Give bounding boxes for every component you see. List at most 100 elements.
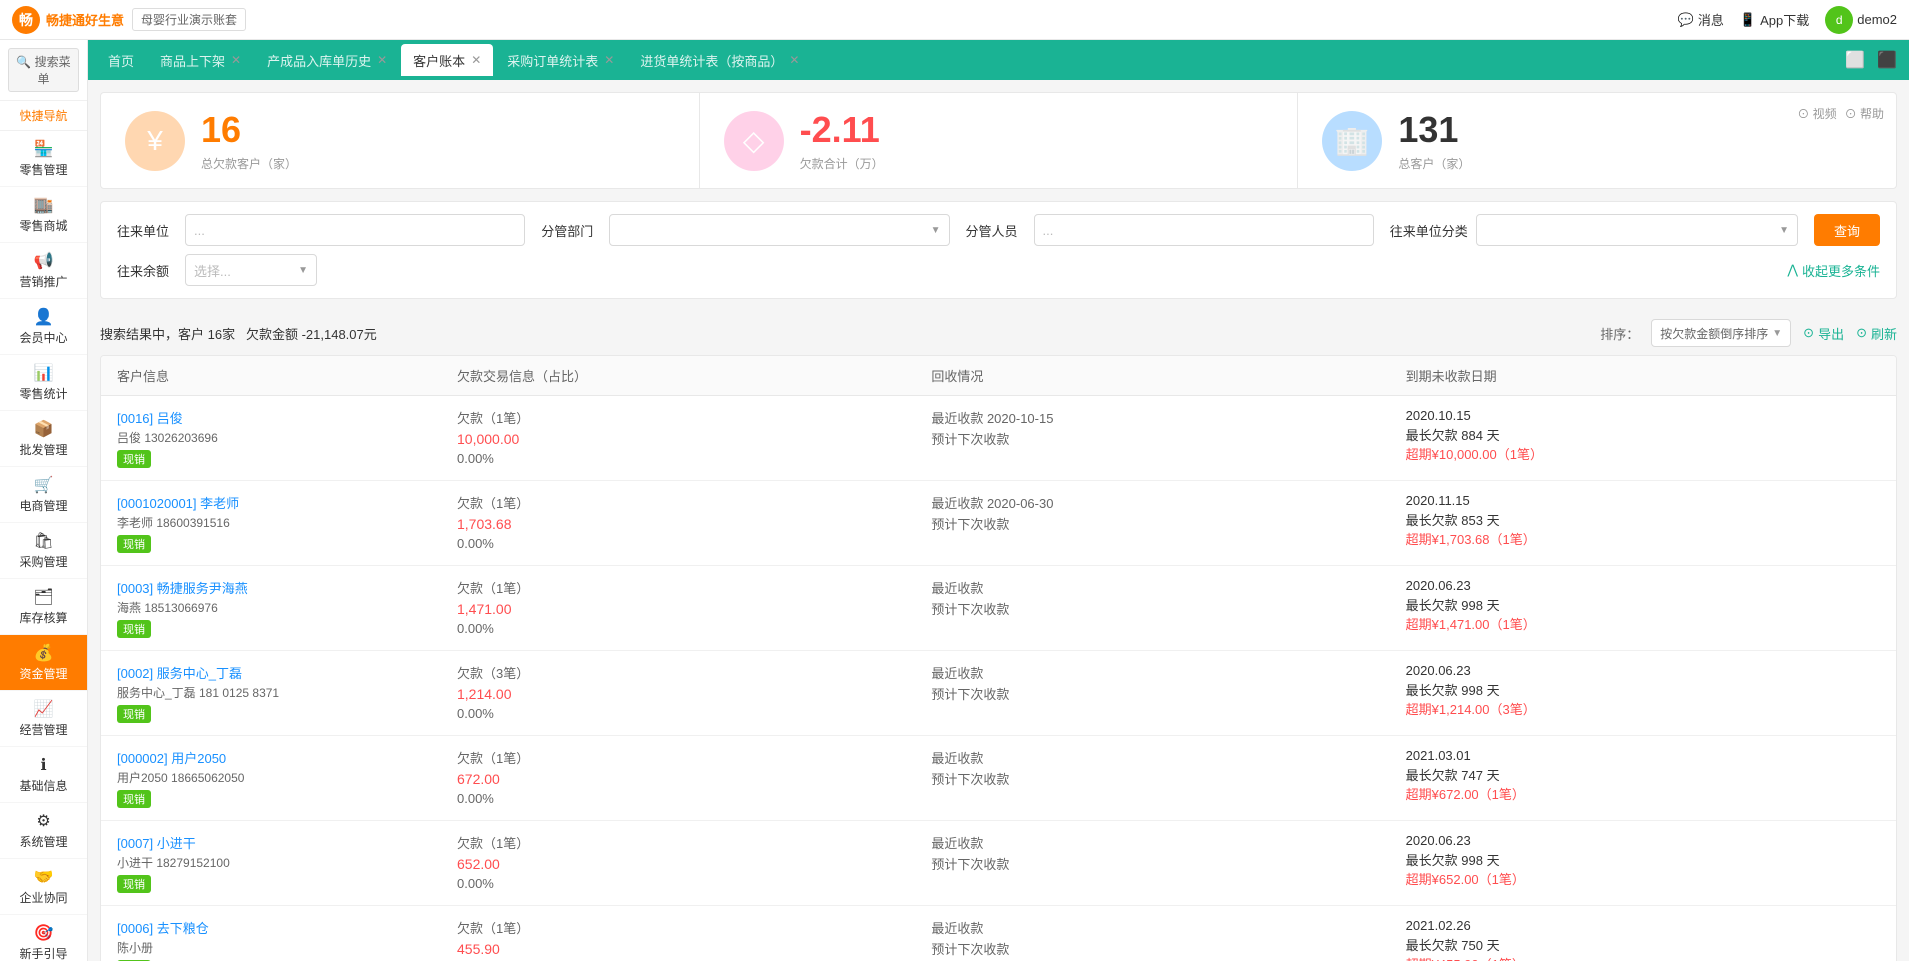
overdue-amount[interactable]: 超期¥10,000.00（1笔） [1406, 447, 1543, 462]
result-bar: 搜索结果中，客户 16家 欠款金额 -21,148.07元 排序： 按欠款金额倒… [100, 311, 1897, 355]
stat-content-debt-amount: -2.11 欠款合计（万） [800, 109, 884, 172]
customer-name[interactable]: [0007] 小进干 [117, 833, 457, 852]
debt-amount-cell: 455.90 [457, 941, 931, 957]
sidebar-item-retail-mall[interactable]: 🏬 零售商城 [0, 187, 87, 243]
customer-phone: 陈小册 [117, 939, 457, 956]
avatar: d [1825, 6, 1853, 34]
result-bar-left: 搜索结果中，客户 16家 欠款金额 -21,148.07元 [100, 324, 377, 343]
sidebar-item-ecommerce[interactable]: 🛒 电商管理 [0, 467, 87, 523]
sidebar-item-label: 经营管理 [4, 721, 83, 738]
tab-customer-account[interactable]: 客户账本 ✕ [401, 44, 493, 76]
tab-close-product-history[interactable]: ✕ [377, 53, 387, 67]
collapse-filter-btn[interactable]: ⋀ 收起更多条件 [1787, 261, 1880, 280]
sidebar-item-enterprise[interactable]: 🤝 企业协同 [0, 859, 87, 915]
export-btn[interactable]: ⊙ 导出 [1803, 324, 1844, 343]
query-btn[interactable]: 查询 [1814, 214, 1880, 246]
tab-product-history[interactable]: 产成品入库单历史 ✕ [255, 44, 399, 76]
export-icon: ⊙ [1803, 325, 1814, 341]
help-btn[interactable]: ⊙ 帮助 [1845, 105, 1884, 122]
tab-close-purchase-stats[interactable]: ✕ [604, 53, 614, 67]
customer-name[interactable]: [0006] 去下粮仓 [117, 918, 457, 937]
filter-unit-category-select[interactable]: ▼ [1476, 214, 1798, 246]
overdue-days: 最长欠款 853 天 [1406, 510, 1880, 529]
debt-percent: 0.00% [457, 621, 931, 636]
customer-phone: 用户2050 18665062050 [117, 769, 457, 786]
sidebar-item-guide[interactable]: 🎯 新手引导 [0, 915, 87, 961]
tab-purchase-stats[interactable]: 采购订单统计表 ✕ [495, 44, 626, 76]
tab-home[interactable]: 首页 [96, 44, 146, 76]
debt-percent: 0.00% [457, 706, 931, 721]
message-btn[interactable]: 💬 消息 [1678, 10, 1724, 29]
sidebar-item-member[interactable]: 👤 会员中心 [0, 299, 87, 355]
sidebar-item-system[interactable]: ⚙ 系统管理 [0, 803, 87, 859]
sidebar-item-marketing[interactable]: 📢 营销推广 [0, 243, 87, 299]
overdue-days: 最长欠款 747 天 [1406, 765, 1880, 784]
customer-name[interactable]: [0001020001] 李老师 [117, 493, 457, 512]
sidebar-item-purchase[interactable]: 🛍 采购管理 [0, 523, 87, 579]
sidebar-search-btn[interactable]: 🔍 搜索菜单 [8, 48, 79, 92]
overdue-amount[interactable]: 超期¥1,214.00（3笔） [1406, 702, 1536, 717]
debt-amount-cell: 652.00 [457, 856, 931, 872]
tab-close-product-status[interactable]: ✕ [231, 53, 241, 67]
customer-name[interactable]: [0002] 服务中心_丁磊 [117, 663, 457, 682]
filter-balance-select[interactable]: 选择... ▼ [185, 254, 317, 286]
filter-area: 往来单位 ... 分管部门 ▼ [100, 201, 1897, 299]
sort-label: 排序： [1600, 324, 1639, 343]
tab-purchase-product-stats[interactable]: 进货单统计表（按商品） ✕ [628, 44, 811, 76]
sidebar-item-batch-mgmt[interactable]: 📦 批发管理 [0, 411, 87, 467]
overdue-date-cell: 2020.11.15 最长欠款 853 天 超期¥1,703.68（1笔） [1406, 493, 1880, 548]
debt-info-cell: 欠款（1笔） 1,471.00 0.00% [457, 578, 931, 636]
video-help-btn[interactable]: ⊙ 视频 [1797, 105, 1836, 122]
overdue-amount[interactable]: 超期¥652.00（1笔） [1406, 872, 1525, 887]
filter-manager-input[interactable]: ... [1034, 214, 1374, 246]
stat-label-total-customers: 总客户（家） [1398, 155, 1470, 172]
filter-balance-label: 往来余额 [117, 261, 177, 280]
filter-dept-select[interactable]: ▼ [609, 214, 949, 246]
sidebar-item-retail-mgmt[interactable]: 🏪 零售管理 [0, 131, 87, 187]
tab-maximize-btn[interactable]: ⬛ [1873, 48, 1901, 72]
customer-info-cell: [0001020001] 李老师 李老师 18600391516 现销 [117, 493, 457, 553]
user-profile[interactable]: d demo2 [1825, 6, 1897, 34]
app-download-btn[interactable]: 📱 App下载 [1740, 10, 1809, 29]
sidebar-item-ops-mgmt[interactable]: 📈 经营管理 [0, 691, 87, 747]
quick-nav[interactable]: 快捷导航 [0, 101, 87, 131]
last-pay-date: 最近收款 [931, 748, 1405, 767]
customer-info-cell: [0016] 吕俊 吕俊 13026203696 现销 [117, 408, 457, 468]
sidebar-item-inventory[interactable]: 🗂 库存核算 [0, 579, 87, 635]
overdue-amount[interactable]: 超期¥455.90（1笔） [1406, 957, 1525, 961]
stat-number-debt-customers: 16 [201, 109, 297, 151]
sidebar-item-retail-stat[interactable]: 📊 零售统计 [0, 355, 87, 411]
filter-row-2: 往来余额 选择... ▼ ⋀ 收起更多条件 [117, 254, 1880, 286]
overdue-date-cell: 2020.10.15 最长欠款 884 天 超期¥10,000.00（1笔） [1406, 408, 1880, 463]
filter-manager-label: 分管人员 [966, 221, 1026, 240]
tab-minimize-btn[interactable]: ⬜ [1841, 48, 1869, 72]
customer-name[interactable]: [0016] 吕俊 [117, 408, 457, 427]
refresh-btn[interactable]: ⊙ 刷新 [1856, 324, 1897, 343]
tab-close-purchase-product-stats[interactable]: ✕ [789, 53, 799, 67]
sort-select[interactable]: 按欠款金额倒序排序 ▼ [1651, 319, 1791, 347]
customer-name[interactable]: [000002] 用户2050 [117, 748, 457, 767]
overdue-amount[interactable]: 超期¥672.00（1笔） [1406, 787, 1525, 802]
debt-count: 欠款（1笔） [457, 918, 931, 937]
debt-info-cell: 欠款（1笔） 1,703.68 0.00% [457, 493, 931, 551]
customer-name[interactable]: [0003] 畅捷服务尹海燕 [117, 578, 457, 597]
overdue-date: 2020.06.23 [1406, 663, 1880, 678]
sidebar-item-basic-info[interactable]: ℹ 基础信息 [0, 747, 87, 803]
overdue-date-cell: 2020.06.23 最长欠款 998 天 超期¥1,214.00（3笔） [1406, 663, 1880, 718]
filter-from-unit: 往来单位 ... [117, 214, 525, 246]
tab-product-status[interactable]: 商品上下架 ✕ [148, 44, 253, 76]
sidebar-item-label: 营销推广 [4, 273, 83, 290]
retail-stat-icon: 📊 [4, 363, 83, 383]
overdue-amount[interactable]: 超期¥1,703.68（1笔） [1406, 532, 1536, 547]
store-selector[interactable]: 母婴行业演示账套 [132, 8, 246, 31]
page-container: ¥ 16 总欠款客户（家） ◇ -2.11 欠款合计（万） [88, 80, 1909, 961]
filter-from-unit-input[interactable]: ... [185, 214, 525, 246]
tab-close-customer-account[interactable]: ✕ [471, 53, 481, 67]
debt-info-cell: 欠款（1笔） 455.90 0.00% [457, 918, 931, 961]
customer-tag: 现销 [117, 450, 151, 468]
customer-count: 16家 [208, 327, 235, 342]
debt-info-cell: 欠款（1笔） 652.00 0.00% [457, 833, 931, 891]
customer-phone: 李老师 18600391516 [117, 514, 457, 531]
sidebar-item-finance[interactable]: 💰 资金管理 [0, 635, 87, 691]
overdue-amount[interactable]: 超期¥1,471.00（1笔） [1406, 617, 1536, 632]
